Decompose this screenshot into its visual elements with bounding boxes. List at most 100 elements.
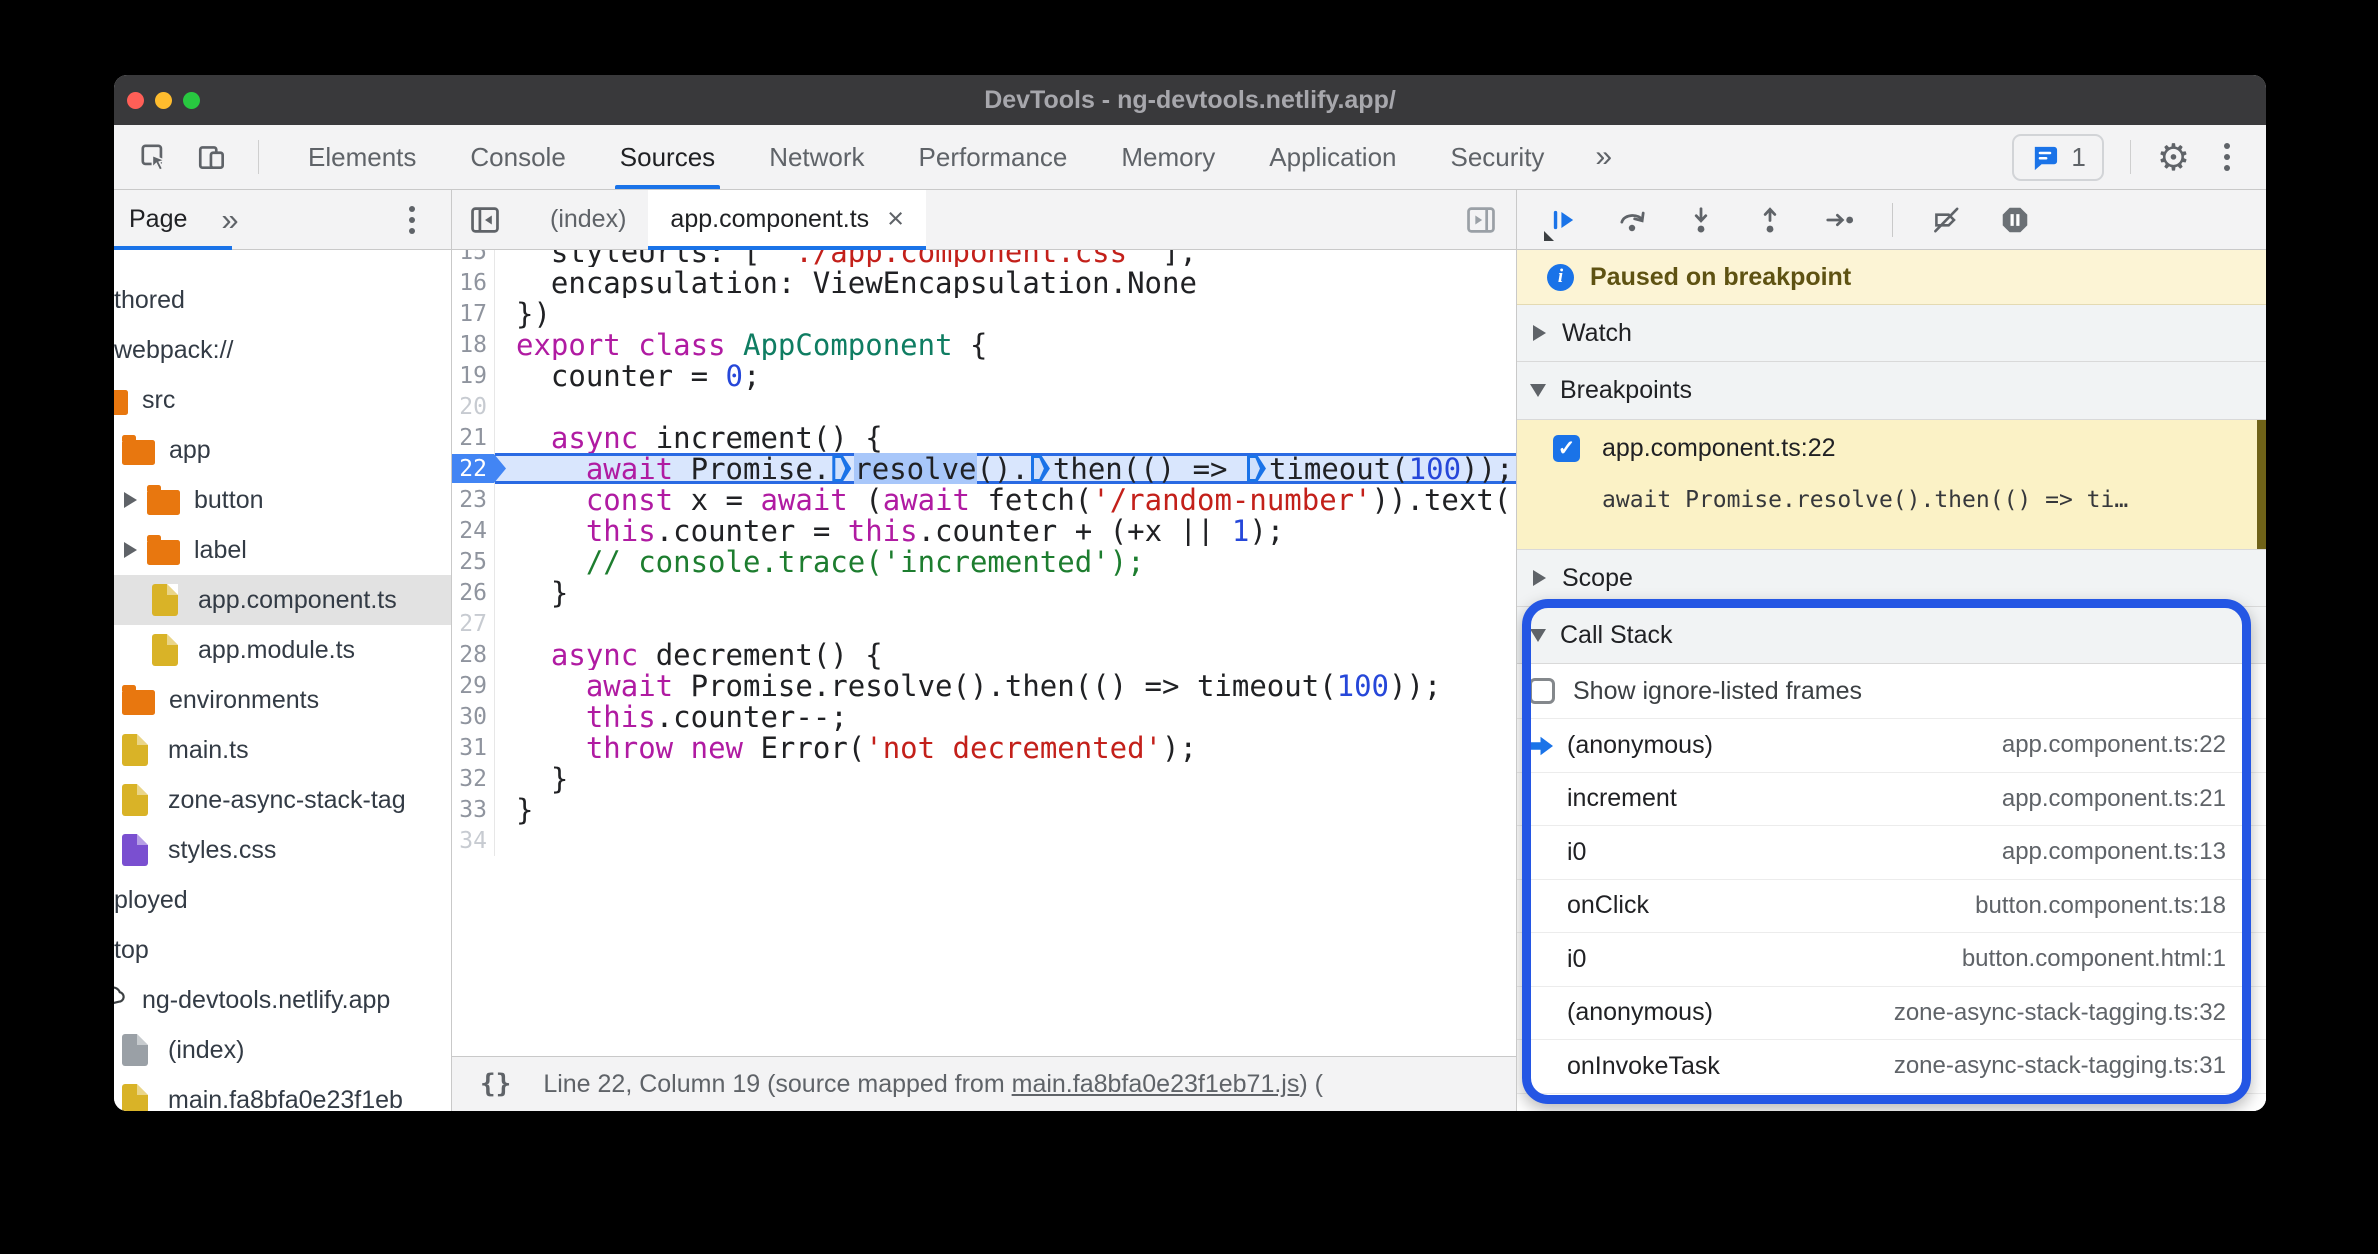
line-number[interactable]: 29	[452, 670, 495, 701]
tab-security[interactable]: Security	[1424, 125, 1572, 189]
issues-badge-button[interactable]: 1	[2012, 133, 2104, 181]
code-line-25[interactable]: 25 // console.trace('incremented');	[452, 546, 1516, 577]
tree-item-ng-devtools.netlify.app[interactable]: ng-devtools.netlify.app	[114, 975, 451, 1025]
step-into-icon[interactable]	[1685, 204, 1717, 236]
tree-item-main.ts[interactable]: main.ts	[114, 725, 451, 775]
code-line-28[interactable]: 28 async decrement() {	[452, 639, 1516, 670]
tree-item-app[interactable]: app	[114, 425, 451, 475]
call-stack-frame[interactable]: (anonymous) zone-async-stack-tagging.ts:3…	[1517, 987, 2266, 1040]
line-number[interactable]: 33	[452, 794, 495, 825]
show-ignore-listed-frames-checkbox[interactable]	[1529, 678, 1555, 704]
call-stack-frame[interactable]: i0 button.component.html:1	[1517, 933, 2266, 987]
tree-item-main.fa8bfa0e23f1eb[interactable]: main.fa8bfa0e23f1eb	[114, 1075, 451, 1111]
frame-location[interactable]: zone-async-stack-tagging.ts:31	[1894, 1052, 2226, 1080]
deactivate-breakpoints-icon[interactable]	[1930, 204, 1962, 236]
call-stack-frame[interactable]: onClick button.component.ts:18	[1517, 880, 2266, 933]
breakpoint-checkbox[interactable]: ✓	[1553, 435, 1580, 462]
line-number[interactable]: 17	[452, 298, 495, 329]
step-over-icon[interactable]	[1616, 204, 1648, 236]
line-number[interactable]: 19	[452, 360, 495, 391]
call-stack-frame[interactable]: onInvokeTask zone-async-stack-tagging.ts:…	[1517, 1040, 2266, 1094]
line-number[interactable]: 18	[452, 329, 495, 360]
close-tab-icon[interactable]: ×	[887, 205, 904, 234]
frame-location[interactable]: button.component.ts:18	[1975, 892, 2226, 920]
minimize-window-button[interactable]	[155, 92, 172, 109]
tree-item-zone-async-stack-tag[interactable]: zone-async-stack-tag	[114, 775, 451, 825]
tree-item--index-[interactable]: (index)	[114, 1025, 451, 1075]
tab-memory[interactable]: Memory	[1094, 125, 1242, 189]
line-number[interactable]: 34	[452, 825, 495, 856]
pretty-print-icon[interactable]: {}	[480, 1069, 511, 1099]
source-map-link[interactable]: main.fa8bfa0e23f1eb71.js	[1012, 1070, 1300, 1098]
navigator-menu-kebab-icon[interactable]	[409, 216, 415, 223]
code-line-32[interactable]: 32 }	[452, 763, 1516, 794]
tab-application[interactable]: Application	[1242, 125, 1423, 189]
show-debugger-panel-icon[interactable]	[1464, 203, 1498, 237]
tree-item-styles.css[interactable]: styles.css	[114, 825, 451, 875]
section-breakpoints[interactable]: Breakpoints	[1517, 362, 2266, 420]
line-number[interactable]: 28	[452, 639, 495, 670]
code-line-24[interactable]: 24 this .counter = this .counter + (+x || …	[452, 515, 1516, 546]
disclosure-triangle-icon[interactable]	[124, 542, 137, 558]
code-line-15[interactable]: 15 styleUrls: [ './app.component.css' ],	[452, 250, 1516, 267]
more-panels-button[interactable]: »	[1571, 125, 1636, 189]
line-number[interactable]: 23	[452, 484, 495, 515]
device-toolbar-icon[interactable]	[196, 141, 228, 173]
main-menu-kebab-icon[interactable]	[2224, 154, 2230, 160]
section-watch[interactable]: Watch	[1517, 305, 2266, 362]
code-editor[interactable]: 15 styleUrls: [ './app.component.css' ],…	[452, 250, 1516, 1056]
editor-tab-index[interactable]: (index)	[528, 190, 648, 249]
frame-location[interactable]: app.component.ts:13	[2002, 838, 2226, 866]
line-number[interactable]: 16	[452, 267, 495, 298]
tree-item-thored[interactable]: thored	[114, 275, 451, 325]
async-step-marker-icon[interactable]	[1246, 455, 1266, 482]
tree-item-top[interactable]: top	[114, 925, 451, 975]
code-line-18[interactable]: 18 export class AppComponent {	[452, 329, 1516, 360]
code-line-26[interactable]: 26 }	[452, 577, 1516, 608]
breakpoint-entry[interactable]: ✓ app.component.ts:22 await Promise.reso…	[1517, 420, 2266, 550]
call-stack-frame[interactable]: i0 app.component.ts:13	[1517, 826, 2266, 880]
line-number[interactable]: 26	[452, 577, 495, 608]
async-step-marker-icon[interactable]	[1030, 455, 1050, 482]
line-number[interactable]: 25	[452, 546, 495, 577]
code-line-30[interactable]: 30 this .counter--;	[452, 701, 1516, 732]
line-number[interactable]: 30	[452, 701, 495, 732]
tree-item-environments[interactable]: environments	[114, 675, 451, 725]
frame-location[interactable]: button.component.html:1	[1962, 945, 2226, 973]
code-line-29[interactable]: 29 await Promise.resolve().then(() => ti…	[452, 670, 1516, 701]
editor-tab-app-component[interactable]: app.component.ts ×	[648, 190, 927, 250]
code-line-34[interactable]: 34	[452, 825, 1516, 856]
show-ignore-listed-frames-row[interactable]: Show ignore-listed frames	[1517, 664, 2266, 719]
resume-icon[interactable]	[1544, 204, 1579, 241]
zoom-window-button[interactable]	[183, 92, 200, 109]
async-step-marker-icon[interactable]	[832, 455, 852, 482]
code-line-17[interactable]: 17})	[452, 298, 1516, 329]
call-stack-frame[interactable]: increment app.component.ts:21	[1517, 773, 2266, 826]
hide-navigator-icon[interactable]	[468, 203, 502, 237]
code-line-23[interactable]: 23 const x = await (await fetch('/random…	[452, 484, 1516, 515]
tab-performance[interactable]: Performance	[892, 125, 1095, 189]
line-number[interactable]: 32	[452, 763, 495, 794]
tree-item-src[interactable]: src	[114, 375, 451, 425]
tab-console[interactable]: Console	[443, 125, 592, 189]
disclosure-triangle-icon[interactable]	[124, 492, 137, 508]
section-call-stack[interactable]: Call Stack	[1517, 607, 2266, 664]
line-number[interactable]: 31	[452, 732, 495, 763]
code-line-31[interactable]: 31 throw new Error('not decremented');	[452, 732, 1516, 763]
code-line-19[interactable]: 19 counter = 0;	[452, 360, 1516, 391]
code-line-20[interactable]: 20	[452, 391, 1516, 422]
pause-on-exceptions-icon[interactable]	[1999, 204, 2031, 236]
frame-location[interactable]: app.component.ts:21	[2002, 785, 2226, 813]
code-line-21[interactable]: 21 async increment() {	[452, 422, 1516, 453]
line-number[interactable]: 27	[452, 608, 495, 639]
tab-page[interactable]: Page »	[114, 190, 239, 250]
settings-gear-icon[interactable]: ⚙	[2157, 139, 2190, 176]
step-out-icon[interactable]	[1754, 204, 1786, 236]
tree-item-ployed[interactable]: ployed	[114, 875, 451, 925]
inspect-icon[interactable]	[138, 141, 170, 173]
tree-item-app.module.ts[interactable]: app.module.ts	[114, 625, 451, 675]
frame-location[interactable]: zone-async-stack-tagging.ts:32	[1894, 999, 2226, 1027]
tree-item-app.component.ts[interactable]: app.component.ts	[114, 575, 451, 625]
line-number[interactable]: 21	[452, 422, 495, 453]
line-number[interactable]: 20	[452, 391, 495, 422]
